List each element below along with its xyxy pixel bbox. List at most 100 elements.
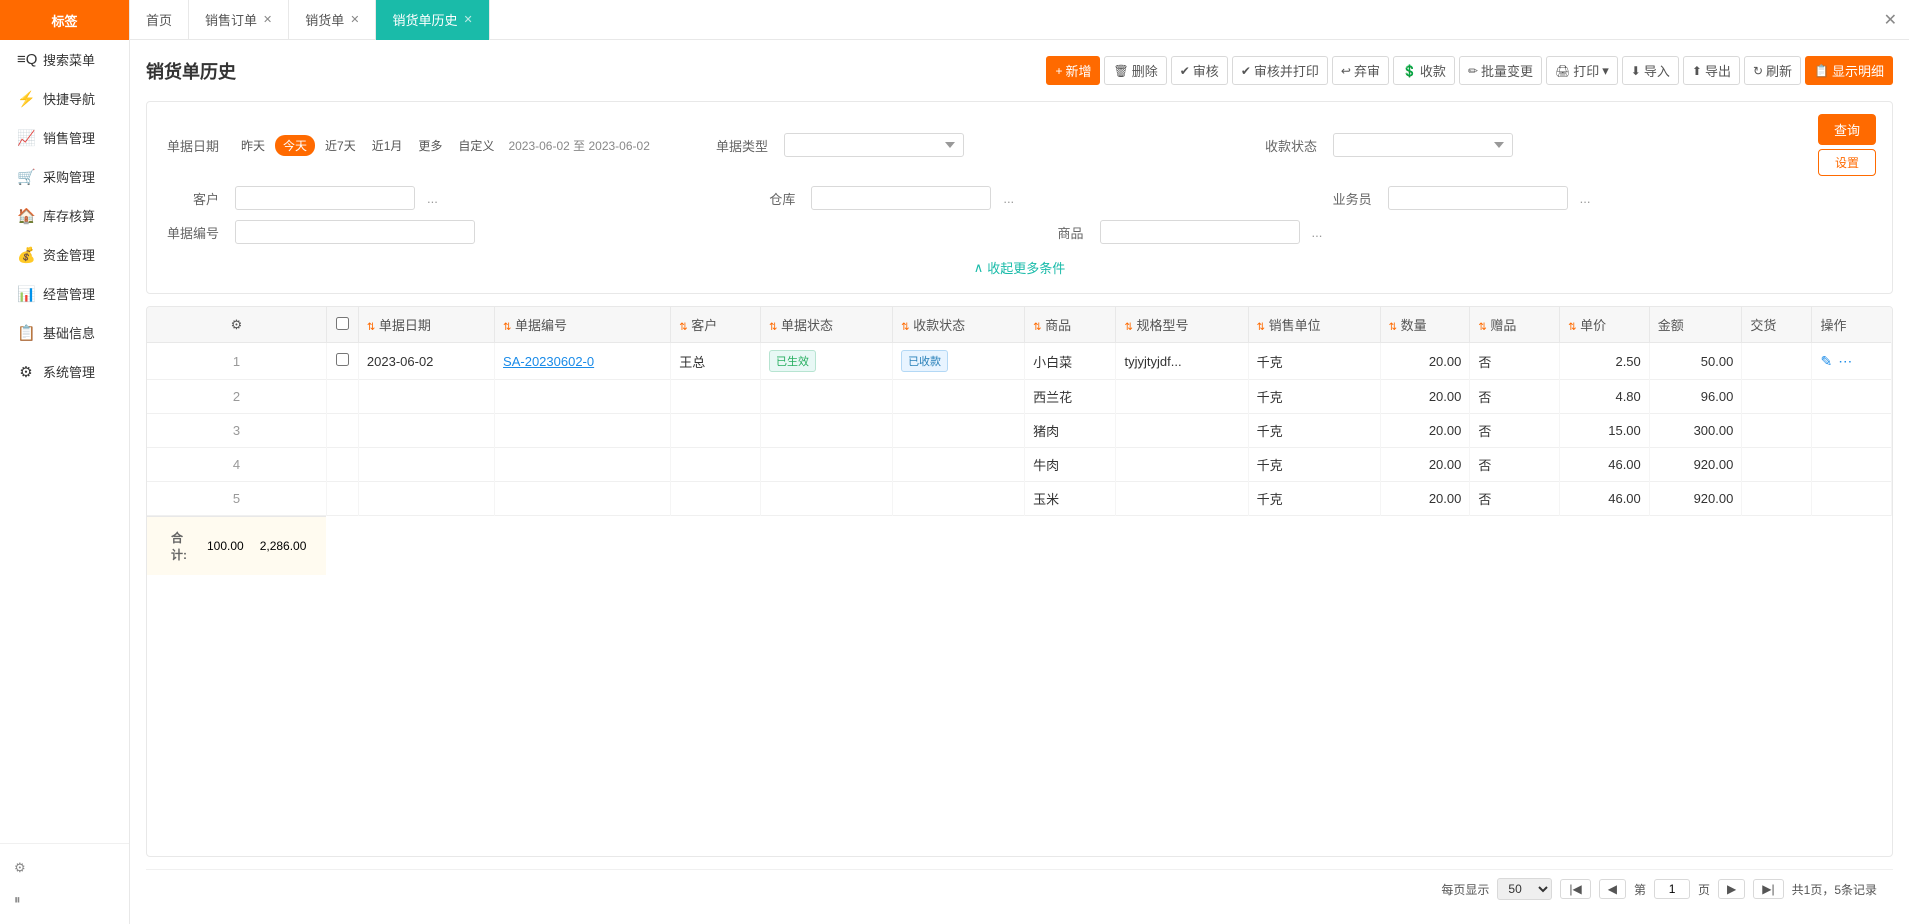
sidebar-item-sales-mgmt[interactable]: 📈 销售管理 <box>0 118 129 157</box>
row-checkbox[interactable] <box>326 414 358 448</box>
abandon-button[interactable]: ↩ 弃审 <box>1332 56 1389 85</box>
goods-dots[interactable]: ... <box>1308 225 1327 240</box>
customer-input[interactable] <box>235 186 415 210</box>
operations-icon: 📊 <box>17 285 35 303</box>
row-gift: 否 <box>1470 380 1560 414</box>
doc-number-link[interactable]: SA-20230602-0 <box>503 354 594 369</box>
col-gift[interactable]: ⇅ 赠品 <box>1470 307 1560 343</box>
row-checkbox[interactable] <box>326 482 358 516</box>
query-button[interactable]: 查询 <box>1818 114 1876 145</box>
payment-status-select[interactable] <box>1333 133 1513 157</box>
sidebar-item-finance[interactable]: 💰 资金管理 <box>0 235 129 274</box>
row-payment-status: 已收款 <box>893 343 1025 380</box>
refresh-button[interactable]: ↻ 刷新 <box>1744 56 1801 85</box>
more-action-icon[interactable]: ⋯ <box>1838 353 1852 370</box>
col-payment-status[interactable]: ⇅ 收款状态 <box>893 307 1025 343</box>
row-checkbox[interactable] <box>326 448 358 482</box>
footer-label: 合计: <box>159 523 199 569</box>
sidebar-item-purchase-mgmt[interactable]: 🛒 采购管理 <box>0 157 129 196</box>
last7-btn[interactable]: 近7天 <box>319 135 362 156</box>
row-checkbox[interactable] <box>326 380 358 414</box>
col-qty[interactable]: ⇅ 数量 <box>1380 307 1470 343</box>
footer-total-amount: 2,286.00 <box>252 533 315 559</box>
col-customer[interactable]: ⇅ 客户 <box>671 307 761 343</box>
print-button[interactable]: 🖨 打印 ▾ <box>1546 56 1618 85</box>
col-doc-date[interactable]: ⇅ 单据日期 <box>358 307 494 343</box>
batch-change-button[interactable]: ✏ 批量变更 <box>1459 56 1542 85</box>
col-goods[interactable]: ⇅ 商品 <box>1025 307 1116 343</box>
delete-button[interactable]: 🗑 删除 <box>1104 56 1166 85</box>
col-sales-unit[interactable]: ⇅ 销售单位 <box>1248 307 1380 343</box>
next-page-button[interactable]: ▶ <box>1718 879 1745 899</box>
collapse-button[interactable]: ∧ 收起更多条件 <box>163 254 1876 281</box>
goods-input[interactable] <box>1100 220 1300 244</box>
doc-status-badge: 已生效 <box>769 350 816 372</box>
warehouse-dots[interactable]: ... <box>999 191 1018 206</box>
page-number-input[interactable] <box>1654 879 1690 899</box>
top-nav: 首页 销售订单 ✕ 销货单 ✕ 销货单历史 ✕ ✕ <box>130 0 1909 40</box>
col-doc-status[interactable]: ⇅ 单据状态 <box>760 307 892 343</box>
settings-bottom-icon: ⚙ <box>14 860 26 876</box>
close-sales-history-icon[interactable]: ✕ <box>464 13 473 26</box>
close-sales-order-icon[interactable]: ✕ <box>263 13 272 26</box>
page-size-select[interactable]: 50 10 20 100 <box>1497 878 1552 900</box>
doc-number-input[interactable] <box>235 220 475 244</box>
select-all-checkbox[interactable] <box>336 317 349 330</box>
col-settings[interactable]: ⚙ <box>147 307 326 343</box>
sidebar-bottom-pause[interactable]: ⏸ <box>0 884 129 916</box>
sidebar-item-operations[interactable]: 📊 经营管理 <box>0 274 129 313</box>
warehouse-input[interactable] <box>811 186 991 210</box>
edit-action-icon[interactable]: ✎ <box>1820 353 1832 370</box>
approve-button[interactable]: ✔ 审核 <box>1171 56 1228 85</box>
filter-settings-button[interactable]: 设置 <box>1818 149 1876 176</box>
col-checkbox[interactable] <box>326 307 358 343</box>
col-spec-model[interactable]: ⇅ 规格型号 <box>1116 307 1248 343</box>
custom-btn[interactable]: 自定义 <box>452 135 500 156</box>
tab-sales-goods[interactable]: 销货单 ✕ <box>289 0 376 40</box>
sidebar-item-inventory[interactable]: 🏠 库存核算 <box>0 196 129 235</box>
purchase-mgmt-icon: 🛒 <box>17 168 35 186</box>
last1m-btn[interactable]: 近1月 <box>366 135 409 156</box>
export-button[interactable]: ⬆ 导出 <box>1683 56 1740 85</box>
row-doc-date: 2023-06-02 <box>358 343 494 380</box>
tab-sales-order[interactable]: 销售订单 ✕ <box>189 0 289 40</box>
tab-home[interactable]: 首页 <box>130 0 189 40</box>
row-unit-price: 15.00 <box>1560 414 1650 448</box>
sidebar-item-sys-mgmt[interactable]: ⚙ 系统管理 <box>0 352 129 391</box>
sidebar-bottom-settings[interactable]: ⚙ <box>0 852 129 884</box>
row-actions <box>1812 482 1892 516</box>
doc-type-select[interactable] <box>784 133 964 157</box>
add-button[interactable]: + 新增 <box>1046 56 1100 85</box>
col-doc-number[interactable]: ⇅ 单据编号 <box>495 307 671 343</box>
today-btn[interactable]: 今天 <box>275 135 315 156</box>
receive-button[interactable]: 💲 收款 <box>1393 56 1455 85</box>
salesman-dots[interactable]: ... <box>1576 191 1595 206</box>
row-doc-number <box>495 448 671 482</box>
page-title: 销货单历史 <box>146 58 236 84</box>
footer-total-qty: 100.00 <box>199 533 252 559</box>
import-button[interactable]: ⬇ 导入 <box>1622 56 1679 85</box>
row-doc-number: SA-20230602-0 <box>495 343 671 380</box>
close-all-tabs-button[interactable]: ✕ <box>1872 10 1909 30</box>
col-unit-price[interactable]: ⇅ 单价 <box>1560 307 1650 343</box>
first-page-button[interactable]: |◀ <box>1560 879 1590 899</box>
close-sales-goods-icon[interactable]: ✕ <box>350 13 359 26</box>
row-delivery <box>1742 482 1812 516</box>
table-row: 2 西兰花 千克 20.00 否 4.80 96.00 <box>147 380 1892 414</box>
sidebar-item-quick-nav[interactable]: ⚡ 快捷导航 <box>0 79 129 118</box>
sidebar-item-search-menu[interactable]: ≡Q 搜索菜单 <box>0 40 129 79</box>
row-check[interactable] <box>336 353 349 366</box>
yesterday-btn[interactable]: 昨天 <box>235 135 271 156</box>
sidebar-item-basic-info[interactable]: 📋 基础信息 <box>0 313 129 352</box>
tab-sales-history[interactable]: 销货单历史 ✕ <box>376 0 489 40</box>
customer-dots[interactable]: ... <box>423 191 442 206</box>
more-btn[interactable]: 更多 <box>412 135 448 156</box>
row-actions <box>1812 414 1892 448</box>
row-checkbox[interactable] <box>326 343 358 380</box>
last-page-button[interactable]: ▶| <box>1753 879 1783 899</box>
salesman-input[interactable] <box>1388 186 1568 210</box>
prev-page-button[interactable]: ◀ <box>1599 879 1626 899</box>
approve-print-button[interactable]: ✔ 审核并打印 <box>1232 56 1328 85</box>
show-detail-button[interactable]: 📋 显示明细 <box>1805 56 1893 85</box>
batch-change-icon: ✏ <box>1468 64 1478 78</box>
